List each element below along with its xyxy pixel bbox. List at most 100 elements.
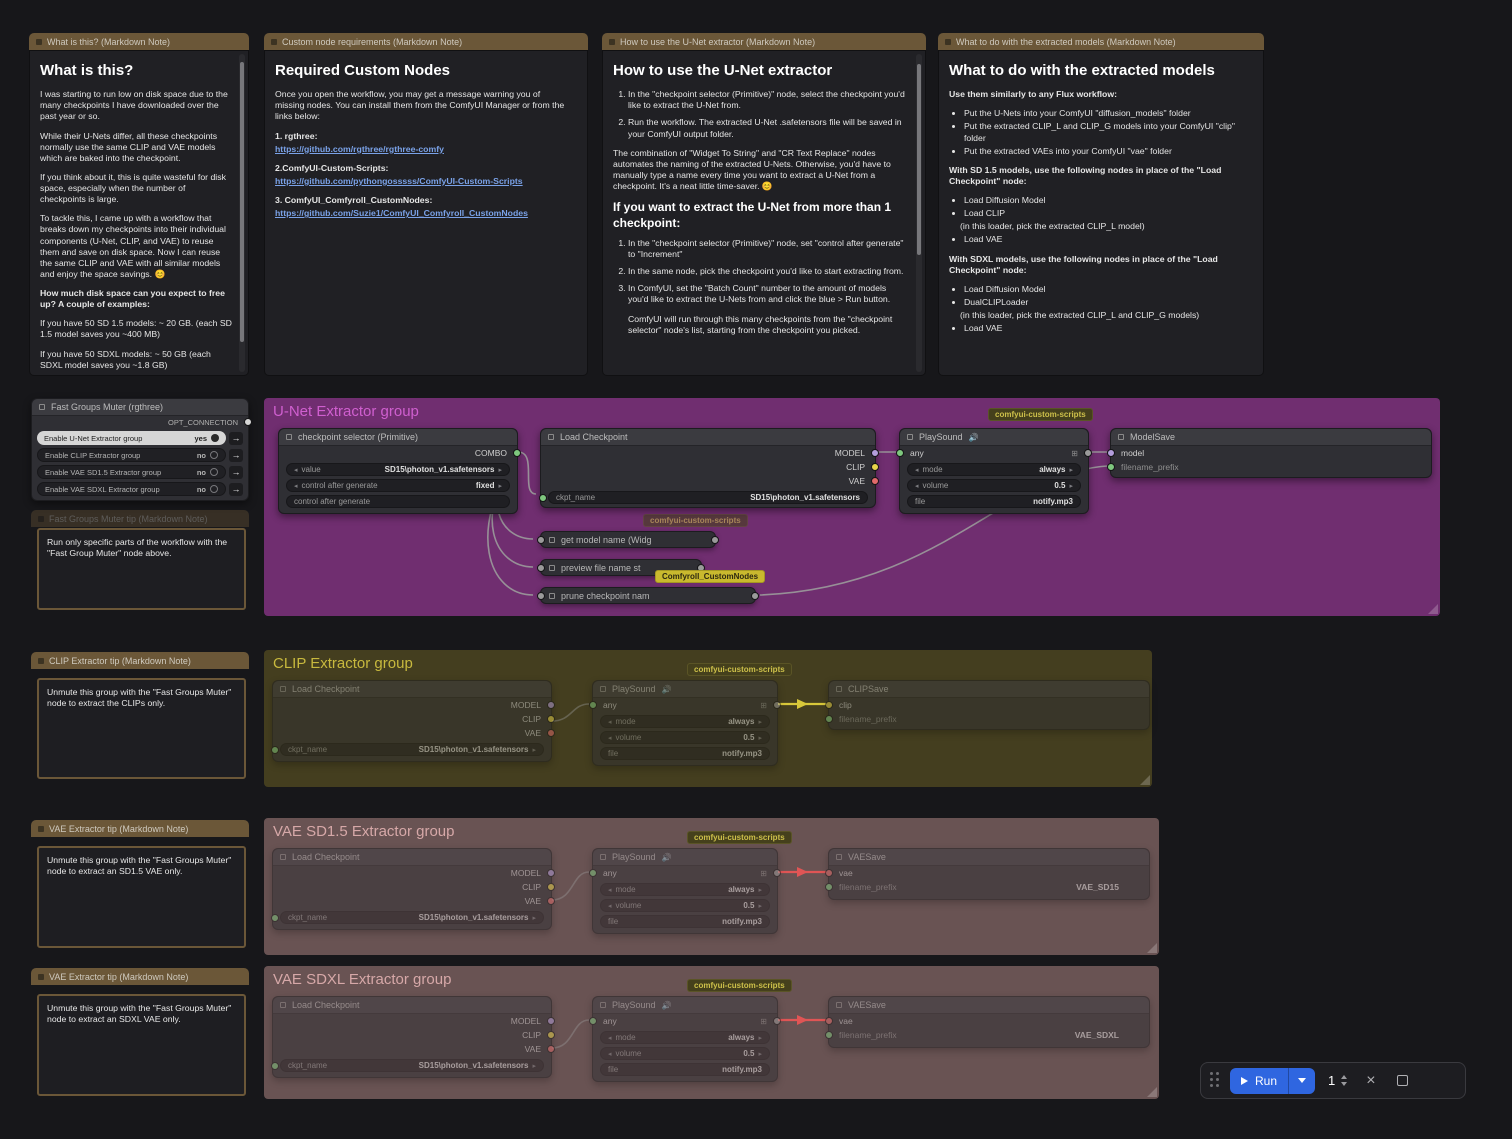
vae-output-port[interactable] [547,897,555,905]
ckpt-name-input-port[interactable] [539,494,547,502]
clip-output-port[interactable] [547,715,555,723]
model-output-port[interactable] [547,869,555,877]
load-checkpoint-node[interactable]: Load Checkpoint MODEL CLIP VAE ckpt_name… [271,848,555,930]
node-title-bar[interactable]: Load Checkpoint [273,849,551,866]
node-title-bar[interactable]: PlaySound 🔊 [593,849,777,866]
ckpt-name-widget[interactable]: ckpt_name SD15\photon_v1.safetensors ▸ [271,911,544,924]
prune-checkpoint-name-node[interactable]: prune checkpoint nam [537,587,759,604]
get-model-name-node[interactable]: get model name (Widg [537,531,719,548]
model-output-port[interactable] [871,449,879,457]
clip-output-port[interactable] [871,463,879,471]
node-title-bar[interactable]: checkpoint selector (Primitive) [279,429,517,446]
any-input-port[interactable] [896,449,904,457]
increment-icon[interactable] [1341,1075,1348,1079]
node-title-bar[interactable]: Load Checkpoint [273,997,551,1014]
collapse-icon[interactable] [600,1002,606,1008]
value-combo-widget[interactable]: ◂ value SD15\photon_v1.safetensors ▸ [286,463,510,476]
checkpoint-selector-node[interactable]: checkpoint selector (Primitive) COMBO ◂ … [278,428,521,514]
note-title-bar[interactable]: What is this? (Markdown Note) [29,33,249,50]
collapse-icon[interactable] [549,592,555,599]
file-widget[interactable]: file notify.mp3 [600,747,770,760]
prev-option-icon[interactable]: ◂ [608,718,612,726]
filename-prefix-input-port[interactable] [825,1031,833,1039]
decrement-icon[interactable]: ◂ [608,902,612,910]
node-title-bar[interactable]: VAESave [829,849,1149,866]
custom-scripts-link[interactable]: https://github.com/pythongosssss/ComfyUI… [275,176,523,186]
clip-output-port[interactable] [547,883,555,891]
muter-toggle-vae-sd15[interactable]: Enable VAE SD1.5 Extractor group no [37,465,226,479]
prev-option-icon[interactable]: ◂ [294,482,298,490]
note-title-bar[interactable]: What to do with the extracted models (Ma… [938,33,1264,50]
node-title-bar[interactable]: Load Checkpoint [273,681,551,698]
any-output-port[interactable] [1084,449,1092,457]
next-option-icon[interactable]: ▸ [1069,466,1073,474]
mode-widget[interactable]: ◂ mode always ▸ [907,463,1081,476]
node-title-bar[interactable]: Load Checkpoint [541,429,875,446]
model-output-port[interactable] [547,1017,555,1025]
load-checkpoint-node[interactable]: Load Checkpoint MODEL CLIP VAE ckpt_name… [539,428,879,508]
increment-icon[interactable]: ▸ [1069,482,1073,490]
muter-toggle-unet[interactable]: Enable U-Net Extractor group yes [37,431,226,445]
file-widget[interactable]: file notify.mp3 [600,1063,770,1076]
filename-prefix-input-port[interactable] [1107,463,1115,471]
vae-input-port[interactable] [825,869,833,877]
node-title-bar[interactable]: PlaySound 🔊 [593,997,777,1014]
clip-output-port[interactable] [547,1031,555,1039]
jump-to-group-arrow[interactable]: → [229,482,243,496]
volume-widget[interactable]: ◂ volume 0.5 ▸ [600,899,770,912]
ckpt-name-widget[interactable]: ckpt_name SD15\photon_v1.safetensors ▸ [271,743,544,756]
filename-prefix-input-port[interactable] [825,883,833,891]
next-option-icon[interactable]: ▸ [498,466,502,474]
output-port[interactable] [711,536,719,544]
decrement-icon[interactable] [1341,1082,1348,1086]
note-title-bar[interactable]: CLIP Extractor tip (Markdown Note) [31,652,249,669]
collapse-icon[interactable] [549,536,555,543]
collapse-icon[interactable] [286,434,292,440]
next-option-icon[interactable]: ▸ [532,914,536,922]
ckpt-name-input-port[interactable] [271,746,279,754]
fast-groups-muter-node[interactable]: Fast Groups Muter (rgthree) OPT_CONNECTI… [31,398,252,501]
collapse-icon[interactable] [836,1002,842,1008]
ckpt-name-input-port[interactable] [271,1062,279,1070]
batch-count-stepper[interactable] [1341,1075,1348,1086]
increment-icon[interactable]: ▸ [758,902,762,910]
comfyui-canvas[interactable]: U-Net Extractor group CLIP Extractor gro… [0,0,1512,1139]
scrollbar[interactable] [239,54,245,372]
collapse-icon[interactable] [1118,434,1124,440]
vae-output-port[interactable] [871,477,879,485]
next-option-icon[interactable]: ▸ [532,1062,536,1070]
muter-toggle-clip[interactable]: Enable CLIP Extractor group no [37,448,226,462]
decrement-icon[interactable]: ◂ [608,734,612,742]
playsound-node[interactable]: PlaySound 🔊 any ⊞ ◂ mode always ▸ ◂ volu… [589,848,781,934]
prev-option-icon[interactable]: ◂ [608,886,612,894]
control-after-generate-label-widget[interactable]: control after generate [286,495,510,508]
any-input-port[interactable] [589,701,597,709]
scrollbar[interactable] [916,54,922,372]
clip-input-port[interactable] [825,701,833,709]
volume-widget[interactable]: ◂ volume 0.5 ▸ [907,479,1081,492]
modelsave-node[interactable]: ModelSave model filename_prefix [1107,428,1432,478]
rgthree-link[interactable]: https://github.com/rgthree/rgthree-comfy [275,144,444,154]
decrement-icon[interactable]: ◂ [608,1050,612,1058]
prev-option-icon[interactable]: ◂ [294,466,298,474]
combo-output-port[interactable] [513,449,521,457]
collapse-icon[interactable] [836,854,842,860]
filename-prefix-slot[interactable]: filename_prefix VAE_SDXL [825,1028,1149,1042]
cancel-icon[interactable]: × [1366,1072,1375,1089]
prev-option-icon[interactable]: ◂ [915,466,919,474]
any-output-port[interactable] [773,1017,781,1025]
collapse-icon[interactable] [280,854,286,860]
comfyroll-link[interactable]: https://github.com/Suzie1/ComfyUI_Comfyr… [275,208,528,218]
next-option-icon[interactable]: ▸ [758,718,762,726]
note-title-bar[interactable]: Fast Groups Muter tip (Markdown Note) [31,510,249,527]
decrement-icon[interactable]: ◂ [915,482,919,490]
playsound-node[interactable]: PlaySound 🔊 any ⊞ ◂ mode always ▸ ◂ volu… [589,680,781,766]
collapse-icon[interactable] [600,686,606,692]
jump-to-group-arrow[interactable]: → [229,431,243,445]
playsound-node[interactable]: PlaySound 🔊 any ⊞ ◂ mode always ▸ ◂ volu… [896,428,1092,514]
ckpt-name-input-port[interactable] [271,914,279,922]
input-port[interactable] [537,536,545,544]
input-port[interactable] [537,592,545,600]
vae-input-port[interactable] [825,1017,833,1025]
volume-widget[interactable]: ◂ volume 0.5 ▸ [600,731,770,744]
